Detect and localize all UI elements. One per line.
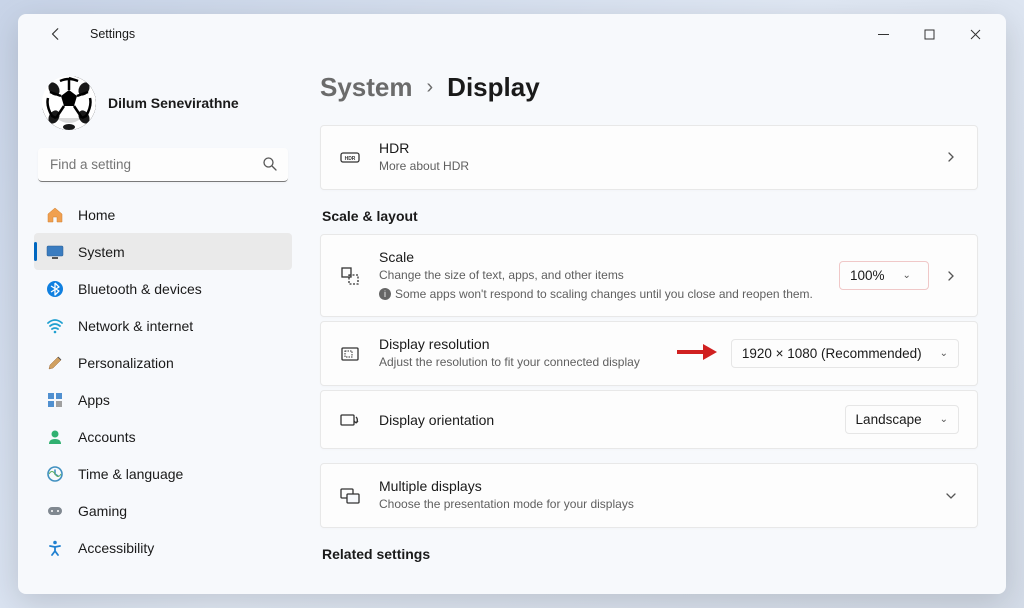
sidebar-nav: Home System Bluetooth & devices Network … [30,196,296,586]
resolution-icon [339,343,361,365]
system-icon [46,243,64,261]
titlebar: Settings [18,14,1006,54]
sidebar: Dilum Senevirathne Home System Bluetooth… [18,54,308,594]
gaming-icon [46,502,64,520]
window-title: Settings [90,27,135,41]
scale-dropdown[interactable]: 100% ⌄ [839,261,929,290]
dropdown-value: 100% [850,268,885,283]
orientation-dropdown[interactable]: Landscape ⌄ [845,405,959,434]
info-icon: i [379,288,391,300]
section-related: Related settings [322,546,978,562]
apps-icon [46,391,64,409]
time-icon [46,465,64,483]
card-subtitle: More about HDR [379,158,925,175]
sidebar-item-label: Gaming [78,503,127,519]
card-subtitle: Adjust the resolution to fit your connec… [379,354,659,371]
maximize-button[interactable] [906,18,952,50]
sidebar-item-time[interactable]: Time & language [34,455,292,492]
sidebar-item-personalization[interactable]: Personalization [34,344,292,381]
sidebar-item-gaming[interactable]: Gaming [34,492,292,529]
network-icon [46,317,64,335]
chevron-right-icon [943,151,959,163]
orientation-icon [339,409,361,431]
section-scale-layout: Scale & layout [322,208,978,224]
card-hdr[interactable]: HDR HDR More about HDR [320,125,978,190]
dropdown-value: Landscape [856,412,922,427]
profile[interactable]: Dilum Senevirathne [30,62,296,148]
scale-icon [339,265,361,287]
sidebar-item-accounts[interactable]: Accounts [34,418,292,455]
card-multiple-displays[interactable]: Multiple displays Choose the presentatio… [320,463,978,528]
card-title: Display orientation [379,412,827,428]
dropdown-value: 1920 × 1080 (Recommended) [742,346,922,361]
breadcrumb-display: Display [447,72,540,103]
chevron-right-icon[interactable] [943,270,959,282]
chevron-down-icon: ⌄ [940,414,948,425]
sidebar-item-label: Accounts [78,429,136,445]
username: Dilum Senevirathne [108,95,239,111]
bluetooth-icon [46,280,64,298]
sidebar-item-system[interactable]: System [34,233,292,270]
sidebar-item-bluetooth[interactable]: Bluetooth & devices [34,270,292,307]
card-note: Some apps won't respond to scaling chang… [395,287,813,301]
hdr-icon: HDR [339,146,361,168]
chevron-down-icon[interactable] [943,490,959,502]
minimize-button[interactable] [860,18,906,50]
close-button[interactable] [952,18,998,50]
home-icon [46,206,64,224]
card-orientation[interactable]: Display orientation Landscape ⌄ [320,390,978,449]
card-subtitle: Choose the presentation mode for your di… [379,496,925,513]
breadcrumb-system[interactable]: System [320,72,413,103]
sidebar-item-label: Home [78,207,115,223]
annotation-arrow [677,344,717,364]
card-title: Display resolution [379,336,659,352]
sidebar-item-label: Accessibility [78,540,154,556]
accessibility-icon [46,539,64,557]
accounts-icon [46,428,64,446]
settings-window: Settings Dilum Senevirathne Home [18,14,1006,594]
chevron-right-icon: › [427,76,434,99]
personalization-icon [46,354,64,372]
sidebar-item-label: Time & language [78,466,183,482]
breadcrumb: System › Display [320,72,978,103]
search-icon [262,156,278,177]
card-title: Multiple displays [379,478,925,494]
sidebar-item-label: Network & internet [78,318,193,334]
search-box [38,148,288,182]
chevron-down-icon: ⌄ [903,270,911,281]
card-subtitle: Change the size of text, apps, and other… [379,267,821,284]
sidebar-item-accessibility[interactable]: Accessibility [34,529,292,566]
sidebar-item-apps[interactable]: Apps [34,381,292,418]
chevron-down-icon: ⌄ [940,348,948,359]
search-input[interactable] [38,148,288,182]
sidebar-item-label: Personalization [78,355,174,371]
main-content: System › Display HDR HDR More about HDR … [308,54,1006,594]
svg-text:HDR: HDR [345,156,356,162]
avatar [42,76,96,130]
multiple-displays-icon [339,485,361,507]
sidebar-item-label: Bluetooth & devices [78,281,202,297]
card-scale[interactable]: Scale Change the size of text, apps, and… [320,234,978,318]
sidebar-item-label: System [78,244,125,260]
sidebar-item-network[interactable]: Network & internet [34,307,292,344]
card-title: HDR [379,140,925,156]
sidebar-item-label: Apps [78,392,110,408]
back-button[interactable] [40,18,72,50]
card-resolution[interactable]: Display resolution Adjust the resolution… [320,321,978,386]
sidebar-item-home[interactable]: Home [34,196,292,233]
card-title: Scale [379,249,821,265]
resolution-dropdown[interactable]: 1920 × 1080 (Recommended) ⌄ [731,339,959,368]
